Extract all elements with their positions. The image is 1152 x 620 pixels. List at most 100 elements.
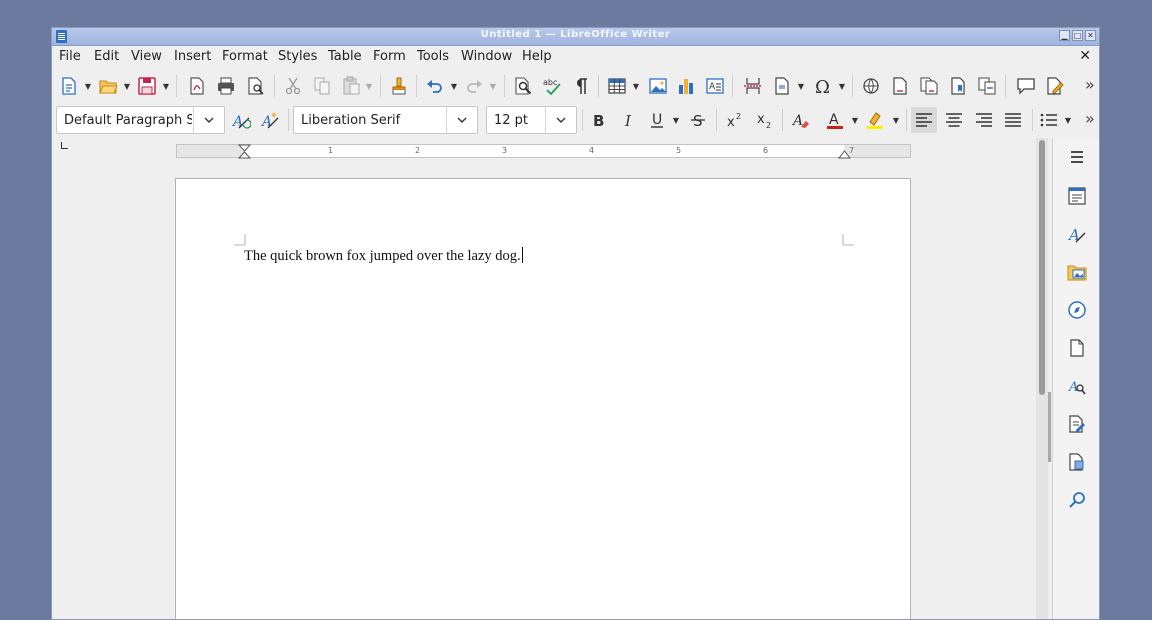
menu-format[interactable]: Format — [222, 49, 268, 64]
sidebar-page-button[interactable] — [1064, 335, 1090, 361]
menu-file[interactable]: File — [59, 49, 81, 64]
sidebar-gallery-button[interactable] — [1064, 259, 1090, 285]
insert-textbox-button[interactable]: A — [702, 73, 728, 99]
underline-button[interactable]: U — [644, 107, 670, 133]
open-dropdown[interactable]: ▼ — [123, 73, 131, 99]
print-preview-button[interactable] — [243, 73, 269, 99]
comment-button[interactable] — [1013, 73, 1039, 99]
undo-button[interactable] — [422, 73, 448, 99]
sidebar-navigator-button[interactable] — [1064, 297, 1090, 323]
menu-tools[interactable]: Tools — [417, 49, 449, 64]
menu-form[interactable]: Form — [373, 49, 406, 64]
save-dropdown[interactable]: ▼ — [162, 73, 170, 99]
list-button[interactable] — [1036, 107, 1062, 133]
new-document-button[interactable] — [56, 73, 82, 99]
vertical-scrollbar[interactable] — [1036, 138, 1048, 619]
menu-table[interactable]: Table — [328, 49, 362, 64]
sidebar-manage-changes-button[interactable] — [1064, 411, 1090, 437]
scrollbar-thumb[interactable] — [1039, 140, 1045, 395]
formatting-toolbar-overflow[interactable]: » — [1085, 109, 1095, 128]
close-window-button[interactable]: ✕ — [1085, 30, 1096, 41]
endnote-button[interactable] — [916, 73, 942, 99]
sidebar-find-button[interactable] — [1064, 487, 1090, 513]
export-pdf-button[interactable] — [184, 73, 210, 99]
font-color-button[interactable]: A — [822, 107, 848, 133]
hyperlink-button[interactable] — [858, 73, 884, 99]
bookmark-button[interactable] — [945, 73, 971, 99]
highlight-dropdown[interactable]: ▼ — [892, 107, 900, 133]
font-name-combo[interactable]: Liberation Serif — [293, 106, 478, 134]
paste-dropdown[interactable]: ▼ — [365, 73, 373, 99]
document-page[interactable]: The quick brown fox jumped over the lazy… — [175, 178, 911, 619]
maximize-button[interactable]: □ — [1072, 30, 1083, 41]
spelling-button[interactable]: abc — [539, 73, 565, 99]
close-document-button[interactable]: ✕ — [1079, 48, 1091, 64]
menu-edit[interactable]: Edit — [94, 49, 119, 64]
paste-button[interactable] — [338, 73, 364, 99]
special-character-dropdown[interactable]: ▼ — [838, 73, 846, 99]
special-character-button[interactable]: Ω — [810, 73, 836, 99]
sidebar-collapse-handle[interactable] — [1048, 392, 1051, 462]
clone-formatting-button[interactable] — [386, 73, 412, 99]
horizontal-ruler[interactable]: 1 2 3 4 5 6 7 — [176, 144, 911, 159]
paragraph-style-combo[interactable]: Default Paragraph St — [56, 106, 225, 134]
chevron-down-icon[interactable] — [545, 107, 576, 133]
sidebar-menu-button[interactable] — [1064, 144, 1090, 170]
redo-dropdown[interactable]: ▼ — [489, 73, 497, 99]
open-button[interactable] — [95, 73, 121, 99]
undo-dropdown[interactable]: ▼ — [450, 73, 458, 99]
new-style-button[interactable]: A — [257, 107, 283, 133]
find-replace-button[interactable] — [510, 73, 536, 99]
minimize-button[interactable]: ▁ — [1059, 30, 1070, 41]
update-style-button[interactable]: A — [228, 107, 254, 133]
title-bar[interactable]: Untitled 1 — LibreOffice Writer ▁ □ ✕ — [52, 28, 1099, 46]
align-center-button[interactable] — [941, 107, 967, 133]
cut-button[interactable] — [280, 73, 306, 99]
clear-formatting-button[interactable]: A — [788, 107, 814, 133]
insert-chart-button[interactable] — [673, 73, 699, 99]
redo-button[interactable] — [461, 73, 487, 99]
font-size-combo[interactable]: 12 pt — [486, 106, 577, 134]
indent-marker[interactable] — [238, 144, 251, 159]
chevron-down-icon[interactable] — [446, 107, 477, 133]
sidebar-design-button[interactable] — [1064, 449, 1090, 475]
list-dropdown[interactable]: ▼ — [1064, 107, 1072, 133]
align-left-button[interactable] — [911, 107, 937, 133]
cross-reference-button[interactable] — [974, 73, 1000, 99]
superscript-button[interactable]: x2 — [722, 107, 748, 133]
right-indent-marker[interactable] — [838, 150, 851, 159]
document-body[interactable]: The quick brown fox jumped over the lazy… — [244, 247, 523, 265]
bold-button[interactable]: B — [585, 107, 611, 133]
copy-button[interactable] — [309, 73, 335, 99]
new-dropdown[interactable]: ▼ — [84, 73, 92, 99]
chevron-down-icon[interactable] — [193, 107, 224, 133]
menu-styles[interactable]: Styles — [278, 49, 317, 64]
menu-window[interactable]: Window — [461, 49, 512, 64]
formatting-marks-button[interactable] — [568, 73, 594, 99]
insert-field-button[interactable] — [769, 73, 795, 99]
insert-image-button[interactable] — [645, 73, 671, 99]
menu-view[interactable]: View — [131, 49, 162, 64]
insert-field-dropdown[interactable]: ▼ — [797, 73, 805, 99]
print-button[interactable] — [213, 73, 239, 99]
insert-table-button[interactable] — [604, 73, 630, 99]
italic-button[interactable]: I — [615, 107, 641, 133]
font-color-dropdown[interactable]: ▼ — [851, 107, 859, 133]
sidebar-style-inspector-button[interactable]: A — [1064, 373, 1090, 399]
menu-insert[interactable]: Insert — [174, 49, 211, 64]
highlight-button[interactable] — [862, 107, 888, 133]
tab-stop-selector[interactable] — [61, 142, 68, 149]
underline-dropdown[interactable]: ▼ — [672, 107, 680, 133]
sidebar-styles-button[interactable]: A — [1064, 221, 1090, 247]
footnote-button[interactable] — [887, 73, 913, 99]
insert-table-dropdown[interactable]: ▼ — [632, 73, 640, 99]
save-button[interactable] — [134, 73, 160, 99]
menu-help[interactable]: Help — [522, 49, 552, 64]
subscript-button[interactable]: x2 — [752, 107, 778, 133]
standard-toolbar-overflow[interactable]: » — [1085, 75, 1095, 94]
justify-button[interactable] — [1000, 107, 1026, 133]
align-right-button[interactable] — [971, 107, 997, 133]
sidebar-properties-button[interactable] — [1064, 183, 1090, 209]
track-changes-button[interactable] — [1042, 73, 1068, 99]
page-break-button[interactable] — [740, 73, 766, 99]
